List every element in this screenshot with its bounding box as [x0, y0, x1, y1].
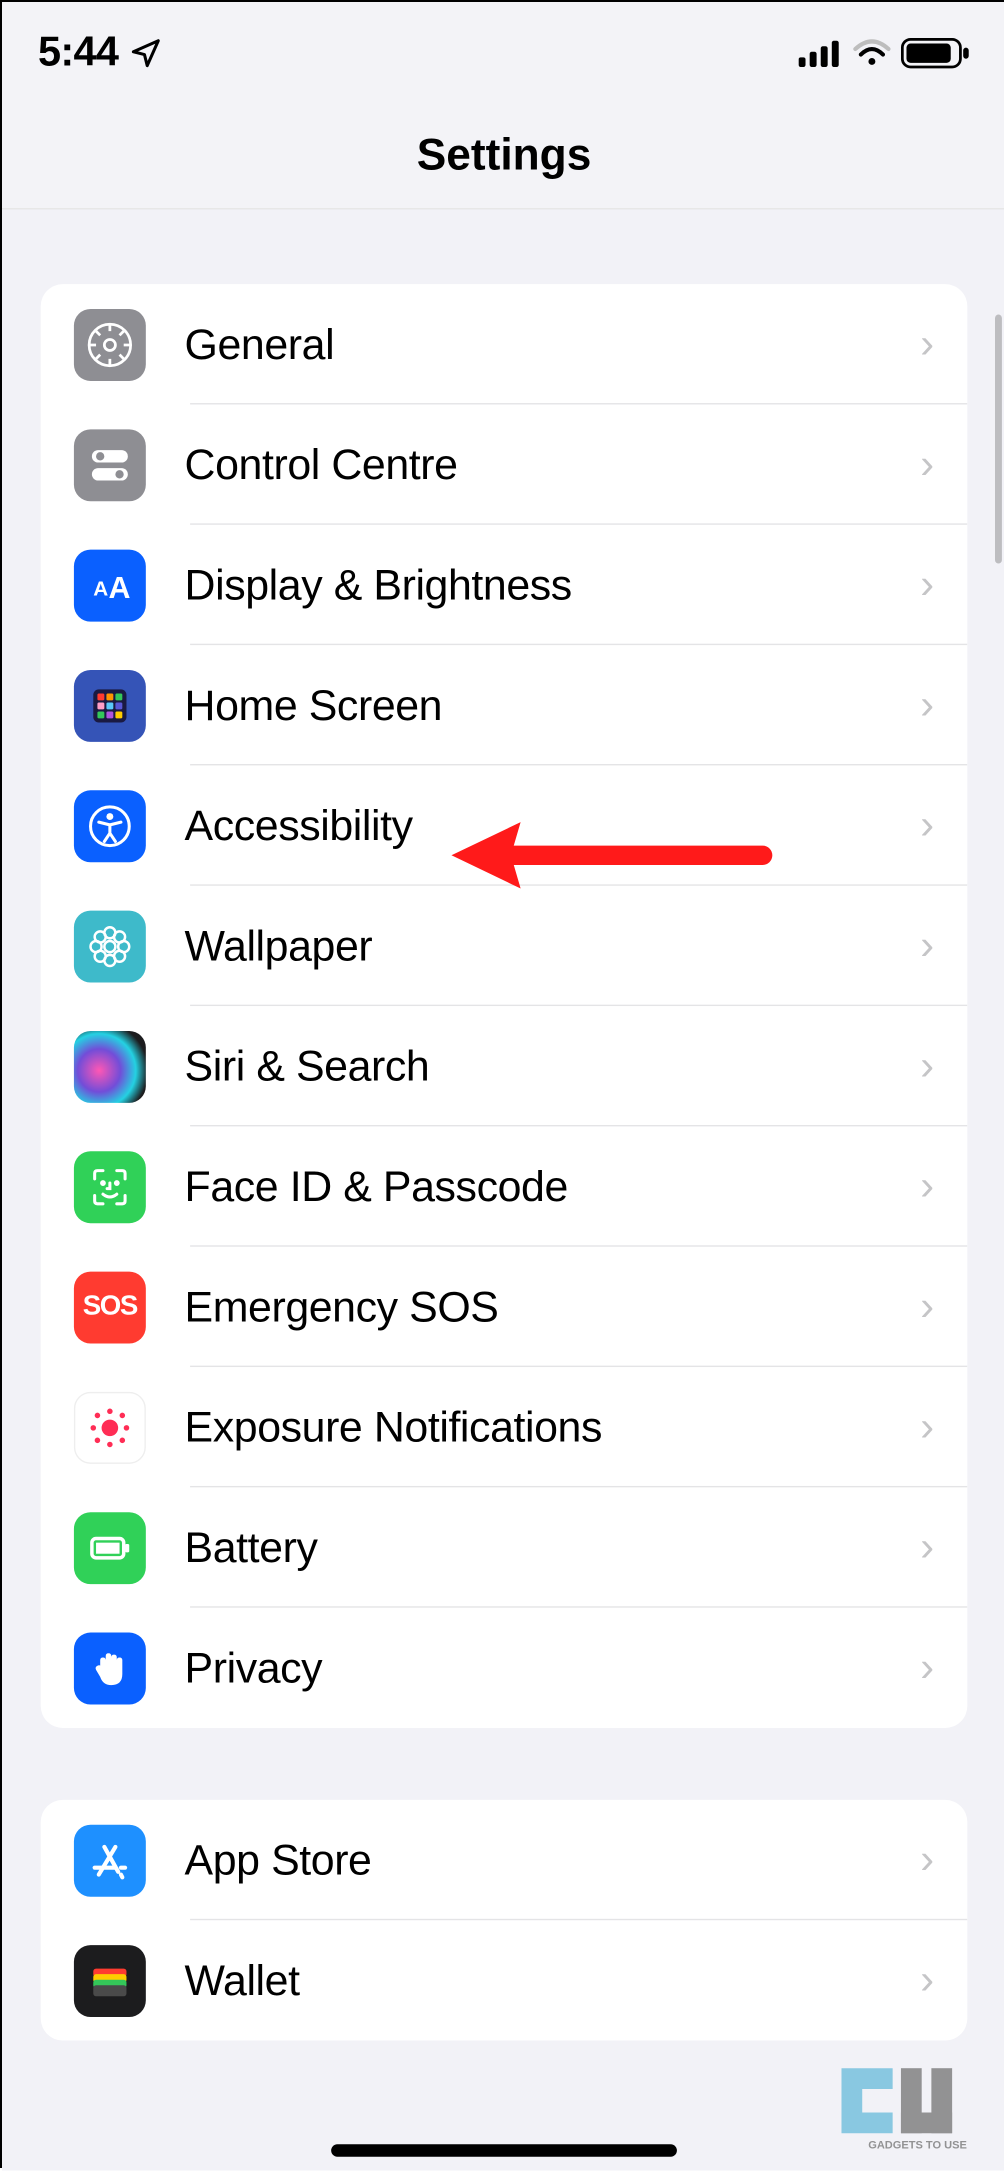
row-wallpaper[interactable]: Wallpaper › [41, 886, 968, 1006]
chevron-right-icon: › [920, 1404, 934, 1451]
cellular-icon [799, 39, 843, 67]
chevron-right-icon: › [920, 802, 934, 849]
chevron-right-icon: › [920, 561, 934, 608]
status-time: 5:44 [38, 30, 163, 77]
row-label: Home Screen [185, 680, 921, 730]
row-label: Siri & Search [185, 1041, 921, 1091]
row-battery[interactable]: Battery › [41, 1487, 968, 1607]
chevron-right-icon: › [920, 1043, 934, 1090]
gear-icon [74, 308, 146, 380]
row-emergency-sos[interactable]: SOS Emergency SOS › [41, 1247, 968, 1367]
scroll-indicator [995, 315, 1002, 564]
accessibility-icon [74, 790, 146, 862]
settings-group-2: App Store › Wallet › [41, 1800, 968, 2041]
row-general[interactable]: General › [41, 284, 968, 404]
siri-icon [74, 1030, 146, 1102]
appstore-icon [74, 1824, 146, 1896]
chevron-right-icon: › [920, 1283, 934, 1330]
row-wallet[interactable]: Wallet › [41, 1920, 968, 2040]
chevron-right-icon: › [920, 1837, 934, 1884]
row-label: Wallpaper [185, 921, 921, 971]
battery-icon [74, 1512, 146, 1584]
chevron-right-icon: › [920, 1524, 934, 1571]
row-label: Face ID & Passcode [185, 1162, 921, 1212]
row-label: Control Centre [185, 440, 921, 490]
row-label: Accessibility [185, 801, 921, 851]
toggles-icon [74, 429, 146, 501]
row-control-centre[interactable]: Control Centre › [41, 404, 968, 524]
faceid-icon [74, 1151, 146, 1223]
location-icon [129, 37, 162, 70]
row-label: Exposure Notifications [185, 1402, 921, 1452]
sos-icon: SOS [74, 1271, 146, 1343]
chevron-right-icon: › [920, 682, 934, 729]
wallet-icon [74, 1944, 146, 2016]
settings-group-1: General › Control Centre › AA Display & … [41, 284, 968, 1728]
chevron-right-icon: › [920, 1957, 934, 2004]
row-label: Emergency SOS [185, 1282, 921, 1332]
battery-icon [901, 37, 970, 70]
page-title: Settings [2, 104, 1004, 209]
exposure-icon [74, 1391, 146, 1463]
row-exposure-notifications[interactable]: Exposure Notifications › [41, 1367, 968, 1487]
row-app-store[interactable]: App Store › [41, 1800, 968, 1920]
row-label: Privacy [185, 1643, 921, 1693]
time-text: 5:44 [38, 30, 118, 77]
app-grid-icon [74, 669, 146, 741]
svg-text:A: A [108, 570, 130, 604]
home-indicator[interactable] [331, 2144, 677, 2156]
row-accessibility[interactable]: Accessibility › [41, 765, 968, 885]
chevron-right-icon: › [920, 1163, 934, 1210]
row-label: General [185, 319, 921, 369]
row-siri-search[interactable]: Siri & Search › [41, 1006, 968, 1126]
chevron-right-icon: › [920, 922, 934, 969]
hand-icon [74, 1632, 146, 1704]
row-privacy[interactable]: Privacy › [41, 1608, 968, 1728]
svg-text:A: A [93, 577, 108, 600]
svg-text:GADGETS TO USE: GADGETS TO USE [868, 2139, 967, 2151]
wifi-icon [853, 38, 892, 68]
row-label: Battery [185, 1523, 921, 1573]
row-label: Wallet [185, 1955, 921, 2005]
row-display-brightness[interactable]: AA Display & Brightness › [41, 525, 968, 645]
watermark-logo: GADGETS TO USE [835, 2054, 1001, 2151]
text-size-icon: AA [74, 549, 146, 621]
row-label: Display & Brightness [185, 560, 921, 610]
status-bar: 5:44 [2, 2, 1004, 104]
chevron-right-icon: › [920, 441, 934, 488]
chevron-right-icon: › [920, 321, 934, 368]
status-right [799, 37, 970, 70]
chevron-right-icon: › [920, 1644, 934, 1691]
row-label: App Store [185, 1835, 921, 1885]
row-faceid-passcode[interactable]: Face ID & Passcode › [41, 1126, 968, 1246]
flower-icon [74, 910, 146, 982]
row-home-screen[interactable]: Home Screen › [41, 645, 968, 765]
